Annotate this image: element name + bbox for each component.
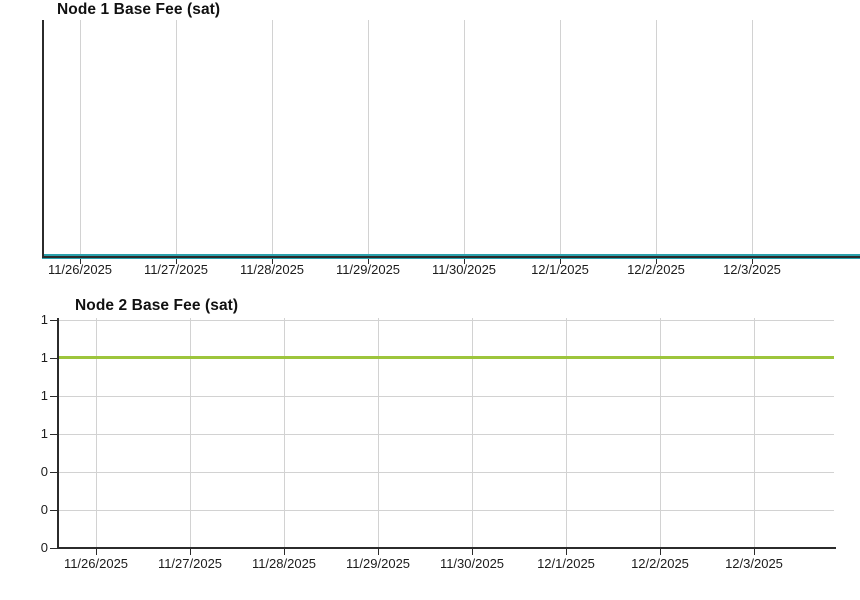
- chart2-title: Node 2 Base Fee (sat): [75, 297, 238, 315]
- chart2-gridline-v: [754, 318, 755, 547]
- chart2-gridline-h: [59, 396, 834, 397]
- chart1-title: Node 1 Base Fee (sat): [57, 1, 220, 19]
- chart1-x-tick-label: 12/1/2025: [515, 262, 605, 277]
- chart2-x-tick: [472, 549, 473, 555]
- chart1-x-tick-label: 12/3/2025: [707, 262, 797, 277]
- chart1-x-tick-label: 11/29/2025: [323, 262, 413, 277]
- chart1-x-tick-label: 11/28/2025: [227, 262, 317, 277]
- chart2-gridline-v: [660, 318, 661, 547]
- chart1-x-tick-label: 11/30/2025: [419, 262, 509, 277]
- chart2-y-tick: [50, 510, 57, 511]
- chart1-gridline-v: [464, 20, 465, 256]
- chart2-x-tick-label: 11/26/2025: [51, 556, 141, 571]
- chart2-gridline-v: [378, 318, 379, 547]
- chart1-x-tick-label: 11/26/2025: [35, 262, 125, 277]
- chart2-gridline-h: [59, 510, 834, 511]
- chart2-gridline-v: [472, 318, 473, 547]
- chart1-gridline-v: [368, 20, 369, 256]
- chart2-y-tick-label: 0: [17, 502, 48, 517]
- chart2-x-tick-label: 12/1/2025: [521, 556, 611, 571]
- chart2-y-axis: [57, 318, 59, 549]
- chart2-x-tick: [660, 549, 661, 555]
- chart2-y-tick-label: 1: [17, 388, 48, 403]
- chart2-y-tick-label: 0: [17, 464, 48, 479]
- chart2-y-tick: [50, 434, 57, 435]
- chart2-y-tick: [50, 358, 57, 359]
- chart2-x-axis: [57, 547, 836, 549]
- chart2-y-tick: [50, 472, 57, 473]
- chart2-x-tick-label: 12/3/2025: [709, 556, 799, 571]
- chart1-gridline-v: [752, 20, 753, 256]
- chart2-node2-series-line: [57, 356, 834, 359]
- chart2-x-tick: [284, 549, 285, 555]
- chart2-y-tick-label: 1: [17, 350, 48, 365]
- chart2-x-tick-label: 11/28/2025: [239, 556, 329, 571]
- chart2-y-tick-label: 0: [17, 540, 48, 555]
- chart2-y-tick: [50, 396, 57, 397]
- chart1-gridline-v: [176, 20, 177, 256]
- chart2-x-tick: [566, 549, 567, 555]
- chart2-gridline-h: [59, 434, 834, 435]
- chart1-gridline-v: [272, 20, 273, 256]
- chart2-y-tick-label: 1: [17, 312, 48, 327]
- chart2-x-tick: [378, 549, 379, 555]
- chart2-x-tick-label: 11/27/2025: [145, 556, 235, 571]
- chart2-x-tick-label: 11/29/2025: [333, 556, 423, 571]
- chart2-x-tick: [754, 549, 755, 555]
- chart2-x-tick-label: 11/30/2025: [427, 556, 517, 571]
- chart1-gridline-v: [656, 20, 657, 256]
- chart2-gridline-v: [190, 318, 191, 547]
- base-fee-charts-page: Node 1 Base Fee (sat) 11/26/2025 11/27/20…: [0, 0, 860, 600]
- chart2-y-tick: [50, 548, 57, 549]
- chart2-x-tick: [96, 549, 97, 555]
- chart2-gridline-v: [284, 318, 285, 547]
- chart2-gridline-v: [96, 318, 97, 547]
- chart2-gridline-h: [59, 320, 834, 321]
- chart2-gridline-v: [566, 318, 567, 547]
- chart2-x-tick-label: 12/2/2025: [615, 556, 705, 571]
- chart1-x-axis: [42, 256, 860, 258]
- chart1-y-axis: [42, 20, 44, 258]
- chart2-gridline-h: [59, 472, 834, 473]
- chart2-y-tick-label: 1: [17, 426, 48, 441]
- chart1-gridline-v: [80, 20, 81, 256]
- chart1-gridline-v: [560, 20, 561, 256]
- chart1-x-tick-label: 11/27/2025: [131, 262, 221, 277]
- chart2-y-tick: [50, 320, 57, 321]
- chart1-x-tick-label: 12/2/2025: [611, 262, 701, 277]
- chart2-x-tick: [190, 549, 191, 555]
